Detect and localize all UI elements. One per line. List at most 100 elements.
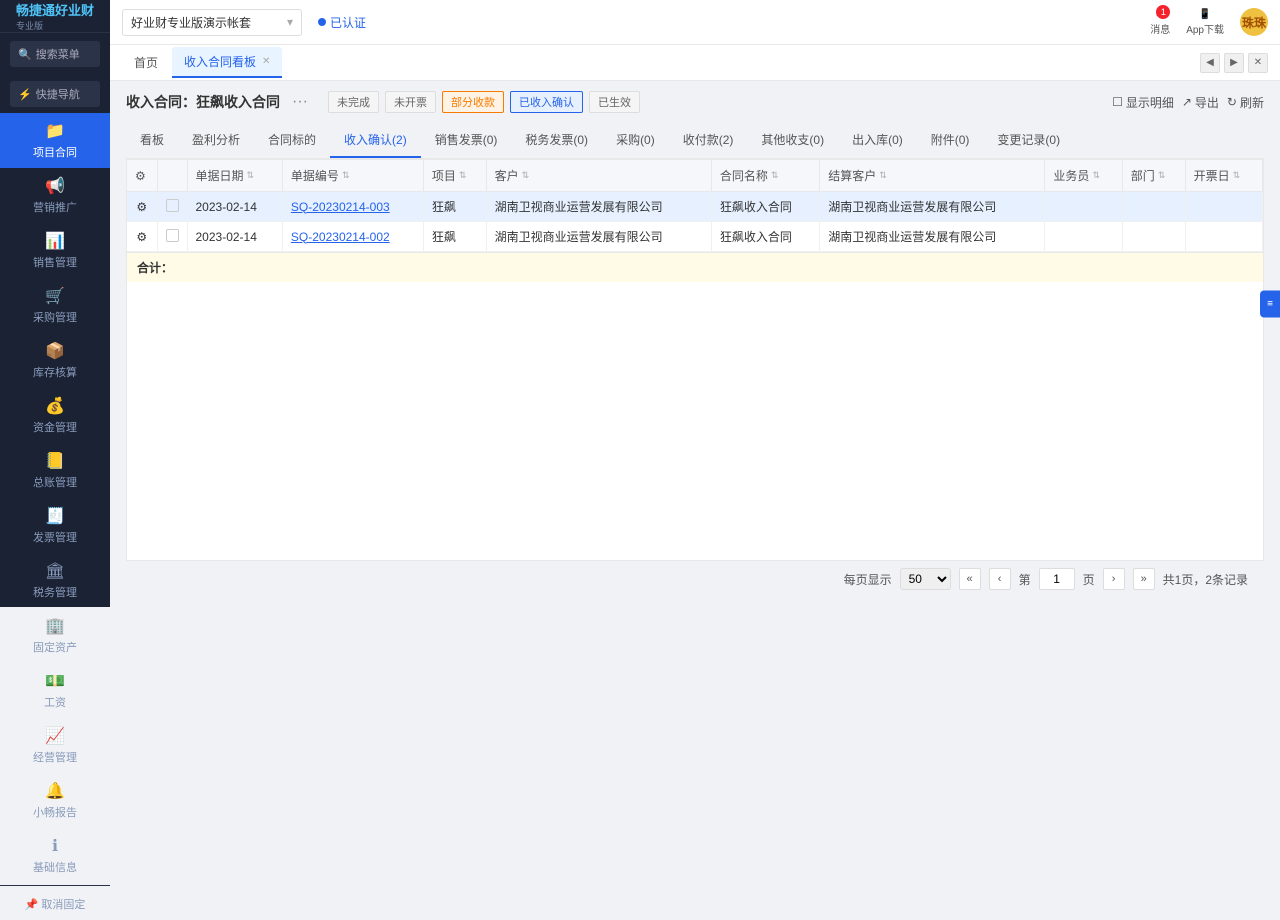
sub-tab-6[interactable]: 采购(0) [602,123,669,158]
sidebar-item-15[interactable]: ℹ 基础信息 [0,828,110,883]
sidebar-item-label: 库存核算 [33,364,77,380]
sidebar-item-label: 小畅报告 [33,804,77,820]
col-header-date[interactable]: 单据日期⇅ [187,160,282,192]
sub-tab-1[interactable]: 盈利分析 [178,123,254,158]
refresh-button[interactable]: ↻ 刷新 [1227,94,1264,111]
sidebar-item-5[interactable]: 🛒 采购管理 [0,278,110,333]
sub-tab-11[interactable]: 变更记录(0) [983,123,1074,158]
tab-close-all-button[interactable]: ✕ [1248,53,1268,73]
message-badge: 1 [1156,5,1170,19]
data-cell: 狂飙 [423,222,486,252]
user-avatar[interactable]: 珠珠 [1240,8,1268,36]
sub-tab-8[interactable]: 其他收支(0) [747,123,838,158]
sidebar-item-12[interactable]: 💵 工资 [0,663,110,718]
sidebar-item-11[interactable]: 🏢 固定资产 [0,608,110,663]
sidebar-item-13[interactable]: 📈 经营管理 [0,718,110,773]
sidebar-item-14[interactable]: 🔔 小畅报告 [0,773,110,828]
pagination: 每页显示 50 20 100 « ‹ 第 页 › » 共1页，2条记录 [126,561,1264,597]
search-menu-container: 🔍 搜索菜单 [0,33,110,75]
status-tag-partial-payment[interactable]: 部分收款 [442,91,504,113]
col-header-contract[interactable]: 合同名称⇅ [711,160,819,192]
sidebar-item-7[interactable]: 💰 资金管理 [0,388,110,443]
last-page-button[interactable]: » [1133,568,1155,590]
col-header-settle_customer[interactable]: 结算客户⇅ [820,160,1045,192]
tab-close-icon[interactable]: ✕ [262,56,270,67]
sidebar-icon: 📦 [45,341,65,361]
sidebar-icon: 🧾 [45,506,65,526]
sidebar-nav: 📁 项目合同📢 营销推广📊 销售管理🛒 采购管理📦 库存核算💰 资金管理📒 总账… [0,113,110,883]
sort-icon: ⇅ [1233,170,1241,181]
first-page-button[interactable]: « [959,568,981,590]
col-header-project[interactable]: 项目⇅ [423,160,486,192]
sub-tab-5[interactable]: 税务发票(0) [511,123,602,158]
page-input[interactable] [1039,568,1075,590]
tabbar: 首页 收入合同看板 ✕ ◀ ▶ ✕ [110,45,1280,81]
sub-tab-10[interactable]: 附件(0) [917,123,984,158]
tab-prev-button[interactable]: ◀ [1200,53,1220,73]
right-sidebar-icon[interactable]: ≡ [1260,290,1280,317]
row-checkbox[interactable] [166,199,179,212]
status-tag-uncomplete[interactable]: 未完成 [328,91,379,113]
sidebar-item-3[interactable]: 📢 营销推广 [0,168,110,223]
sidebar-item-10[interactable]: 🏛 税务管理 [0,553,110,608]
sidebar-icon: 🛒 [45,286,65,306]
company-select[interactable]: 好业财专业版演示帐套 ▾ [122,9,302,36]
more-button[interactable]: ··· [288,93,312,111]
doc-number-link[interactable]: SQ-20230214-003 [291,200,390,214]
sidebar-item-2[interactable]: 📁 项目合同 [0,113,110,168]
sidebar: 畅捷通好业财 专业版 🔍 搜索菜单 ⚡ 快捷导航 📁 项目合同📢 营销推广📊 销… [0,0,110,607]
show-detail-checkbox[interactable]: ☐ 显示明细 [1112,94,1174,111]
sidebar-item-8[interactable]: 📒 总账管理 [0,443,110,498]
tab-income-contract[interactable]: 收入合同看板 ✕ [172,47,282,78]
checkbox-cell[interactable] [157,192,187,222]
messages-button[interactable]: ✉ 1 消息 [1150,9,1170,36]
sidebar-icon: ℹ [52,836,58,856]
page-size-label: 每页显示 [844,571,892,588]
data-cell: 湖南卫视商业运营发展有限公司 [486,222,711,252]
sidebar-item-4[interactable]: 📊 销售管理 [0,223,110,278]
sort-icon: ⇅ [1092,170,1100,181]
quick-nav-button[interactable]: ⚡ 快捷导航 [10,81,100,107]
sub-tab-2[interactable]: 合同标的 [254,123,330,158]
tab-next-button[interactable]: ▶ [1224,53,1244,73]
doc-number-link[interactable]: SQ-20230214-002 [291,230,390,244]
status-tag-confirmed[interactable]: 已收入确认 [510,91,583,113]
sidebar-item-label: 发票管理 [33,529,77,545]
checkbox-cell[interactable] [157,222,187,252]
data-cell: 湖南卫视商业运营发展有限公司 [820,192,1045,222]
col-header-customer[interactable]: 客户⇅ [486,160,711,192]
next-page-button[interactable]: › [1103,568,1125,590]
logo-sub: 专业版 [16,19,94,32]
tab-home[interactable]: 首页 [122,48,170,77]
sub-tab-9[interactable]: 出入库(0) [838,123,917,158]
col-header-cb [157,160,187,192]
export-button[interactable]: ↗ 导出 [1182,94,1219,111]
content-header: 收入合同：狂飙收入合同 ··· 未完成 未开票 部分收款 已收入确认 已生效 ☐… [126,91,1264,113]
status-tag-uninvoiced[interactable]: 未开票 [385,91,436,113]
sidebar-icon: 🏢 [45,616,65,636]
col-header-number[interactable]: 单据编号⇅ [282,160,423,192]
sidebar-item-9[interactable]: 🧾 发票管理 [0,498,110,553]
sort-icon: ⇅ [247,170,255,181]
search-menu-button[interactable]: 🔍 搜索菜单 [10,41,100,67]
page-size-select[interactable]: 50 20 100 [900,568,951,590]
sidebar-item-6[interactable]: 📦 库存核算 [0,333,110,388]
col-header-staff[interactable]: 业务员⇅ [1045,160,1122,192]
sub-tab-7[interactable]: 收付款(2) [669,123,748,158]
prev-page-button[interactable]: ‹ [989,568,1011,590]
col-header-bill_date[interactable]: 开票日⇅ [1185,160,1262,192]
sub-tab-0[interactable]: 看板 [126,123,178,158]
col-header-dept[interactable]: 部门⇅ [1122,160,1185,192]
table-row[interactable]: ⚙2023-02-14SQ-20230214-003狂飙湖南卫视商业运营发展有限… [127,192,1263,222]
table-row[interactable]: ⚙2023-02-14SQ-20230214-002狂飙湖南卫视商业运营发展有限… [127,222,1263,252]
settings-cell[interactable]: ⚙ [127,222,157,252]
sub-tab-3[interactable]: 收入确认(2) [330,123,421,158]
status-tag-effective[interactable]: 已生效 [589,91,640,113]
pin-button[interactable]: 📌 取消固定 [0,888,110,920]
sub-tab-4[interactable]: 销售发票(0) [421,123,512,158]
sidebar-icon: 📒 [45,451,65,471]
app-download-button[interactable]: 📱 App下载 [1186,9,1224,36]
table-header: ⚙单据日期⇅单据编号⇅项目⇅客户⇅合同名称⇅结算客户⇅业务员⇅部门⇅开票日⇅ [127,160,1263,192]
row-checkbox[interactable] [166,229,179,242]
settings-cell[interactable]: ⚙ [127,192,157,222]
